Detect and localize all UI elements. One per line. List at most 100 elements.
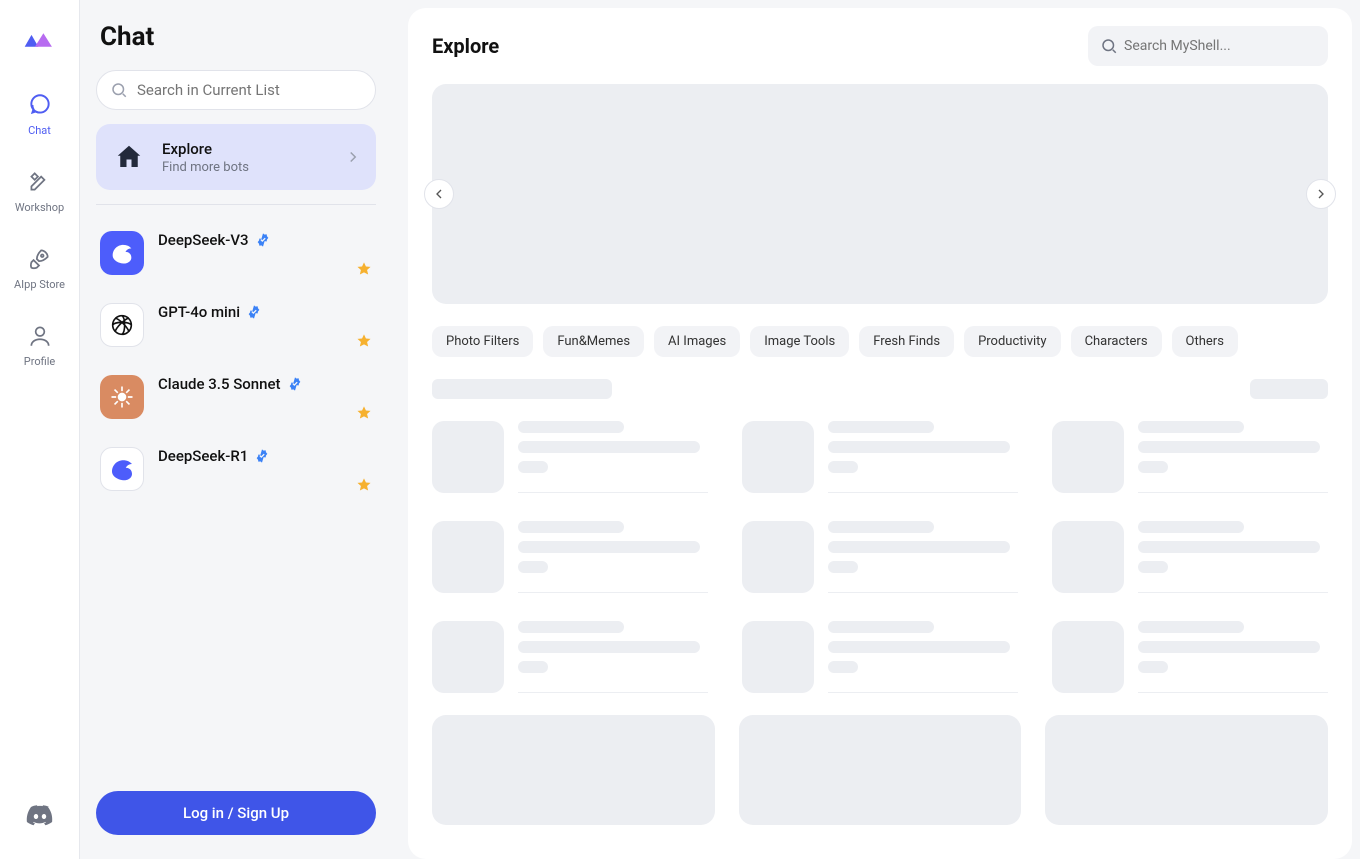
grid-cell: [1052, 521, 1328, 593]
skeleton: [1138, 421, 1244, 433]
login-button[interactable]: Log in / Sign Up: [96, 791, 376, 835]
nav-rail: Chat Workshop AIpp Store Profile: [0, 0, 80, 859]
skeleton: [1052, 521, 1124, 593]
main-card: Explore Photo Filters Fun&Memes AI Image…: [408, 8, 1352, 859]
chip[interactable]: Fresh Finds: [859, 326, 954, 357]
bot-name: GPT-4o mini: [158, 303, 240, 321]
nav-item-chat[interactable]: Chat: [27, 92, 53, 137]
verified-icon: [255, 232, 271, 248]
skeleton: [1052, 421, 1124, 493]
nav-item-store[interactable]: AIpp Store: [14, 246, 65, 291]
skeleton: [1138, 641, 1320, 653]
bot-item[interactable]: DeepSeek-R1: [96, 433, 376, 505]
nav-label: Chat: [28, 124, 51, 137]
grid-cell: [742, 421, 1018, 493]
skeleton: [1052, 621, 1124, 693]
bot-avatar: [100, 447, 144, 491]
nav-label: Workshop: [15, 201, 64, 214]
rocket-icon: [26, 246, 52, 272]
chip[interactable]: Productivity: [964, 326, 1060, 357]
skeleton: [828, 541, 1010, 553]
skeleton: [1138, 661, 1168, 673]
star-icon: [356, 261, 372, 277]
home-icon: [110, 138, 148, 176]
chat-search: [96, 70, 376, 110]
banner: [432, 84, 1328, 304]
nav-label: AIpp Store: [14, 278, 65, 291]
chat-icon: [27, 92, 53, 118]
bot-item[interactable]: GPT-4o mini: [96, 289, 376, 361]
discord-icon[interactable]: [26, 805, 54, 827]
banner-next-button[interactable]: [1306, 179, 1336, 209]
skeleton: [518, 661, 548, 673]
bot-name: DeepSeek-R1: [158, 447, 248, 465]
skeleton: [432, 621, 504, 693]
content-grid: [432, 421, 1328, 693]
main-header: Explore: [432, 26, 1328, 66]
skeleton: [828, 521, 934, 533]
skeleton-tile: [432, 715, 715, 825]
skeleton: [1138, 561, 1168, 573]
chip[interactable]: Photo Filters: [432, 326, 533, 357]
main-search: [1088, 26, 1328, 66]
chat-search-input[interactable]: [96, 70, 376, 110]
bot-avatar: [100, 303, 144, 347]
bot-item[interactable]: DeepSeek-V3: [96, 217, 376, 289]
nav-item-workshop[interactable]: Workshop: [15, 169, 64, 214]
skeleton: [518, 621, 624, 633]
bot-avatar: [100, 231, 144, 275]
skeleton: [828, 441, 1010, 453]
skeleton: [518, 441, 700, 453]
verified-icon: [287, 376, 303, 392]
skeleton: [518, 461, 548, 473]
bot-name: Claude 3.5 Sonnet: [158, 375, 281, 393]
grid-cell: [432, 421, 708, 493]
chip[interactable]: AI Images: [654, 326, 740, 357]
explore-card[interactable]: Explore Find more bots: [96, 124, 376, 190]
skeleton: [828, 621, 934, 633]
explore-title: Explore: [162, 140, 249, 158]
chip[interactable]: Others: [1172, 326, 1238, 357]
chip[interactable]: Fun&Memes: [543, 326, 644, 357]
skeleton: [432, 421, 504, 493]
skeleton: [828, 421, 934, 433]
skeleton: [518, 561, 548, 573]
logo: [23, 28, 57, 52]
skeleton: [518, 521, 624, 533]
skeleton: [1250, 379, 1328, 399]
chip[interactable]: Characters: [1071, 326, 1162, 357]
bottom-tiles: [432, 715, 1328, 825]
skeleton: [1138, 521, 1244, 533]
star-icon: [356, 477, 372, 493]
skeleton: [742, 521, 814, 593]
skeleton: [432, 379, 612, 399]
user-icon: [27, 323, 53, 349]
chat-title: Chat: [96, 22, 376, 52]
grid-cell: [1052, 621, 1328, 693]
skeleton: [742, 421, 814, 493]
skeleton: [518, 541, 700, 553]
skeleton: [828, 561, 858, 573]
grid-cell: [1052, 421, 1328, 493]
skeleton: [1138, 621, 1244, 633]
bot-avatar: [100, 375, 144, 419]
main: Explore Photo Filters Fun&Memes AI Image…: [392, 0, 1360, 859]
bot-name: DeepSeek-V3: [158, 231, 249, 249]
verified-icon: [254, 448, 270, 464]
chevron-right-icon: [344, 148, 362, 166]
grid-cell: [742, 521, 1018, 593]
bot-item[interactable]: Claude 3.5 Sonnet: [96, 361, 376, 433]
skeleton: [518, 641, 700, 653]
nav-label: Profile: [24, 355, 55, 368]
verified-icon: [246, 304, 262, 320]
main-search-input[interactable]: [1088, 26, 1328, 66]
divider: [96, 204, 376, 205]
skeleton: [828, 461, 858, 473]
grid-cell: [432, 521, 708, 593]
chip[interactable]: Image Tools: [750, 326, 849, 357]
skeleton: [1138, 541, 1320, 553]
grid-cell: [432, 621, 708, 693]
star-icon: [356, 405, 372, 421]
banner-prev-button[interactable]: [424, 179, 454, 209]
nav-item-profile[interactable]: Profile: [24, 323, 55, 368]
